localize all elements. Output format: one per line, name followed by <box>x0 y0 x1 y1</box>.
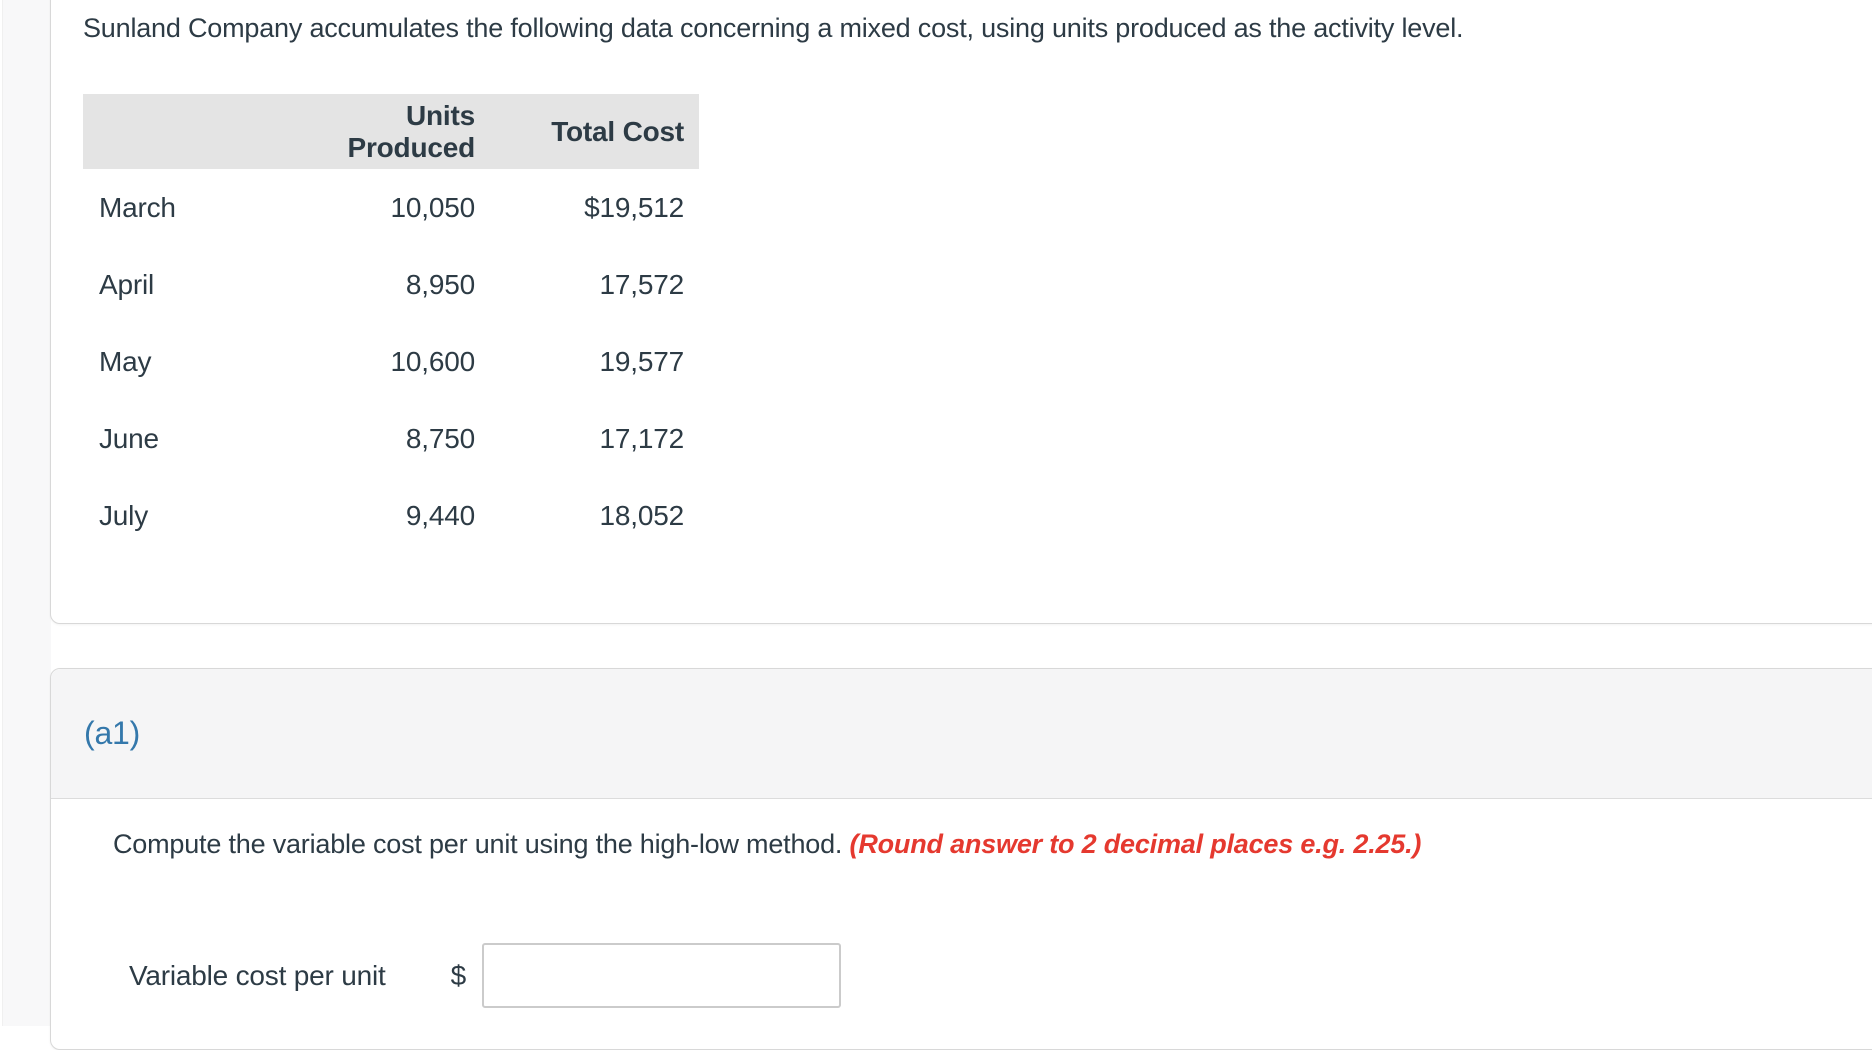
units-cell: 10,050 <box>390 191 476 223</box>
intro-text: Sunland Company accumulates the followin… <box>83 13 1464 43</box>
rounding-note: (Round answer to 2 decimal places e.g. 2… <box>849 829 1422 859</box>
table-row: May 10,600 19,577 <box>83 323 699 400</box>
variable-cost-input[interactable] <box>482 943 842 1008</box>
cost-cell: $19,512 <box>584 191 684 223</box>
cost-cell: 17,572 <box>599 268 685 300</box>
units-cell: 9,440 <box>405 499 475 531</box>
cost-cell: 17,172 <box>599 422 685 454</box>
units-cell: 8,750 <box>405 422 475 454</box>
table-row: April 8,950 17,572 <box>83 246 699 323</box>
total-cost-header: Total Cost <box>475 94 699 169</box>
cost-cell: 19,577 <box>599 345 685 377</box>
instruction-text: Compute the variable cost per unit using… <box>113 829 850 859</box>
answer-panel-header: (a1) <box>51 669 1872 799</box>
instruction-line: Compute the variable cost per unit using… <box>113 829 1833 860</box>
table-row: March 10,050 $19,512 <box>83 169 699 246</box>
cost-cell: 18,052 <box>599 499 685 531</box>
currency-symbol: $ <box>450 959 467 991</box>
month-cell: March <box>99 191 176 223</box>
month-cell: July <box>99 499 148 531</box>
units-cell: 8,950 <box>405 268 475 300</box>
table-row: July 9,440 18,052 <box>83 477 699 554</box>
table-row: June 8,750 17,172 <box>83 400 699 477</box>
section-label-a1: (a1) <box>84 715 141 751</box>
question-panel: Sunland Company accumulates the followin… <box>50 0 1872 624</box>
month-cell: June <box>99 422 159 454</box>
variable-cost-label: Variable cost per unit <box>129 959 386 991</box>
answer-panel: (a1) Compute the variable cost per unit … <box>50 668 1872 1050</box>
blank-header-cell <box>83 94 283 169</box>
units-produced-header: Units Produced <box>283 94 475 169</box>
mixed-cost-table: Units Produced Total Cost March 10,050 $… <box>83 94 699 554</box>
table-header-row: Units Produced Total Cost <box>83 94 699 169</box>
left-gutter <box>2 0 51 1026</box>
month-cell: May <box>99 345 152 377</box>
month-cell: April <box>99 268 155 300</box>
units-cell: 10,600 <box>390 345 476 377</box>
answer-row: Variable cost per unit $ <box>129 943 842 1008</box>
